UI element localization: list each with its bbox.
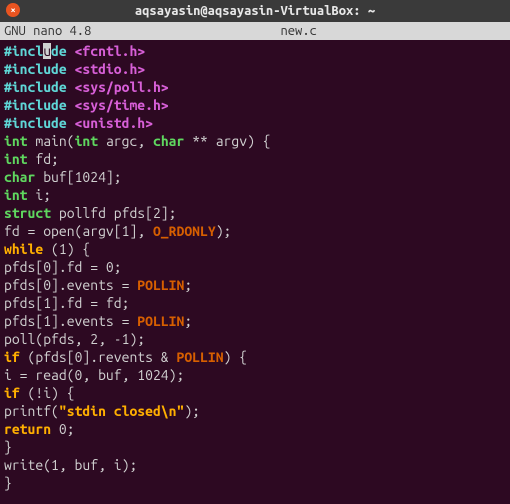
code-token: ; bbox=[184, 313, 192, 329]
code-token: POLLIN bbox=[137, 313, 184, 329]
code-token: POLLIN bbox=[137, 277, 184, 293]
code-token: #include bbox=[4, 61, 75, 77]
code-line: #include <sys/time.h> bbox=[4, 96, 506, 114]
code-token: return bbox=[4, 421, 51, 437]
code-token: 0; bbox=[51, 421, 75, 437]
code-token: i; bbox=[28, 187, 52, 203]
code-token: "stdin closed\n" bbox=[59, 403, 184, 419]
code-token: printf( bbox=[4, 403, 59, 419]
window-title: aqsayasin@aqsayasin-VirtualBox: ~ bbox=[135, 4, 375, 18]
code-line: pfds[1].events = POLLIN; bbox=[4, 312, 506, 330]
code-token: i = read(0, buf, 1024); bbox=[4, 367, 184, 383]
code-token: <sys/poll.h> bbox=[75, 79, 169, 95]
code-token: if bbox=[4, 349, 20, 365]
code-token: main( bbox=[28, 133, 75, 149]
code-token: fd = open(argv[1], bbox=[4, 223, 153, 239]
code-token: #include bbox=[4, 79, 75, 95]
code-token: if bbox=[4, 385, 20, 401]
code-token: ** argv) { bbox=[184, 133, 270, 149]
editor-statusbar: GNU nano 4.8 new.c bbox=[0, 22, 510, 40]
code-line: #include <sys/poll.h> bbox=[4, 78, 506, 96]
code-token: #include bbox=[4, 115, 75, 131]
code-token: <fcntl.h> bbox=[75, 43, 146, 59]
code-line: pfds[0].fd = 0; bbox=[4, 258, 506, 276]
code-token: } bbox=[4, 475, 12, 491]
code-token: struct bbox=[4, 205, 51, 221]
code-token: buf[1024]; bbox=[35, 169, 121, 185]
code-token: (!i) { bbox=[20, 385, 75, 401]
code-token: fd; bbox=[28, 151, 59, 167]
code-token: ; bbox=[184, 277, 192, 293]
code-token: <unistd.h> bbox=[75, 115, 153, 131]
code-line: if (pfds[0].revents & POLLIN) { bbox=[4, 348, 506, 366]
code-line: int i; bbox=[4, 186, 506, 204]
close-icon[interactable]: × bbox=[6, 3, 20, 17]
code-token: ); bbox=[216, 223, 232, 239]
code-line: poll(pfds, 2, -1); bbox=[4, 330, 506, 348]
code-token: pollfd pfds[2]; bbox=[51, 205, 176, 221]
code-line: } bbox=[4, 438, 506, 456]
code-token: de bbox=[51, 43, 75, 59]
editor-content[interactable]: #include <fcntl.h>#include <stdio.h>#inc… bbox=[0, 40, 510, 494]
code-line: printf("stdin closed\n"); bbox=[4, 402, 506, 420]
code-line: i = read(0, buf, 1024); bbox=[4, 366, 506, 384]
editor-filename: new.c bbox=[91, 24, 506, 38]
code-line: #include <fcntl.h> bbox=[4, 42, 506, 60]
code-token: <sys/time.h> bbox=[75, 97, 169, 113]
editor-app-name: GNU nano 4.8 bbox=[4, 24, 91, 38]
code-line: pfds[0].events = POLLIN; bbox=[4, 276, 506, 294]
code-token: POLLIN bbox=[177, 349, 224, 365]
code-line: return 0; bbox=[4, 420, 506, 438]
code-token: u bbox=[43, 43, 51, 59]
code-token: int bbox=[4, 187, 28, 203]
code-token: write(1, buf, i); bbox=[4, 457, 137, 473]
code-line: fd = open(argv[1], O_RDONLY); bbox=[4, 222, 506, 240]
code-line: int fd; bbox=[4, 150, 506, 168]
code-token: int bbox=[75, 133, 99, 149]
code-token: O_RDONLY bbox=[153, 223, 216, 239]
code-token: int bbox=[4, 151, 28, 167]
code-line: char buf[1024]; bbox=[4, 168, 506, 186]
code-token: <stdio.h> bbox=[75, 61, 146, 77]
code-token: char bbox=[153, 133, 184, 149]
code-token: } bbox=[4, 439, 12, 455]
code-line: } bbox=[4, 474, 506, 492]
code-line: pfds[1].fd = fd; bbox=[4, 294, 506, 312]
code-line: int main(int argc, char ** argv) { bbox=[4, 132, 506, 150]
code-token: ) { bbox=[224, 349, 248, 365]
code-token: (1) { bbox=[43, 241, 90, 257]
code-token: argc, bbox=[98, 133, 153, 149]
code-token: pfds[0].fd = 0; bbox=[4, 259, 122, 275]
code-line: if (!i) { bbox=[4, 384, 506, 402]
code-token: #incl bbox=[4, 43, 43, 59]
code-line: #include <unistd.h> bbox=[4, 114, 506, 132]
code-token: while bbox=[4, 241, 43, 257]
code-token: pfds[1].fd = fd; bbox=[4, 295, 129, 311]
code-line: while (1) { bbox=[4, 240, 506, 258]
code-token: pfds[1].events = bbox=[4, 313, 137, 329]
code-token: char bbox=[4, 169, 35, 185]
code-line: write(1, buf, i); bbox=[4, 456, 506, 474]
code-token: ); bbox=[184, 403, 200, 419]
code-token: #include bbox=[4, 97, 75, 113]
code-token: (pfds[0].revents & bbox=[20, 349, 177, 365]
code-token: poll(pfds, 2, -1); bbox=[4, 331, 145, 347]
code-line: #include <stdio.h> bbox=[4, 60, 506, 78]
window-titlebar: × aqsayasin@aqsayasin-VirtualBox: ~ bbox=[0, 0, 510, 22]
code-token: pfds[0].events = bbox=[4, 277, 137, 293]
code-line: struct pollfd pfds[2]; bbox=[4, 204, 506, 222]
code-token: int bbox=[4, 133, 28, 149]
